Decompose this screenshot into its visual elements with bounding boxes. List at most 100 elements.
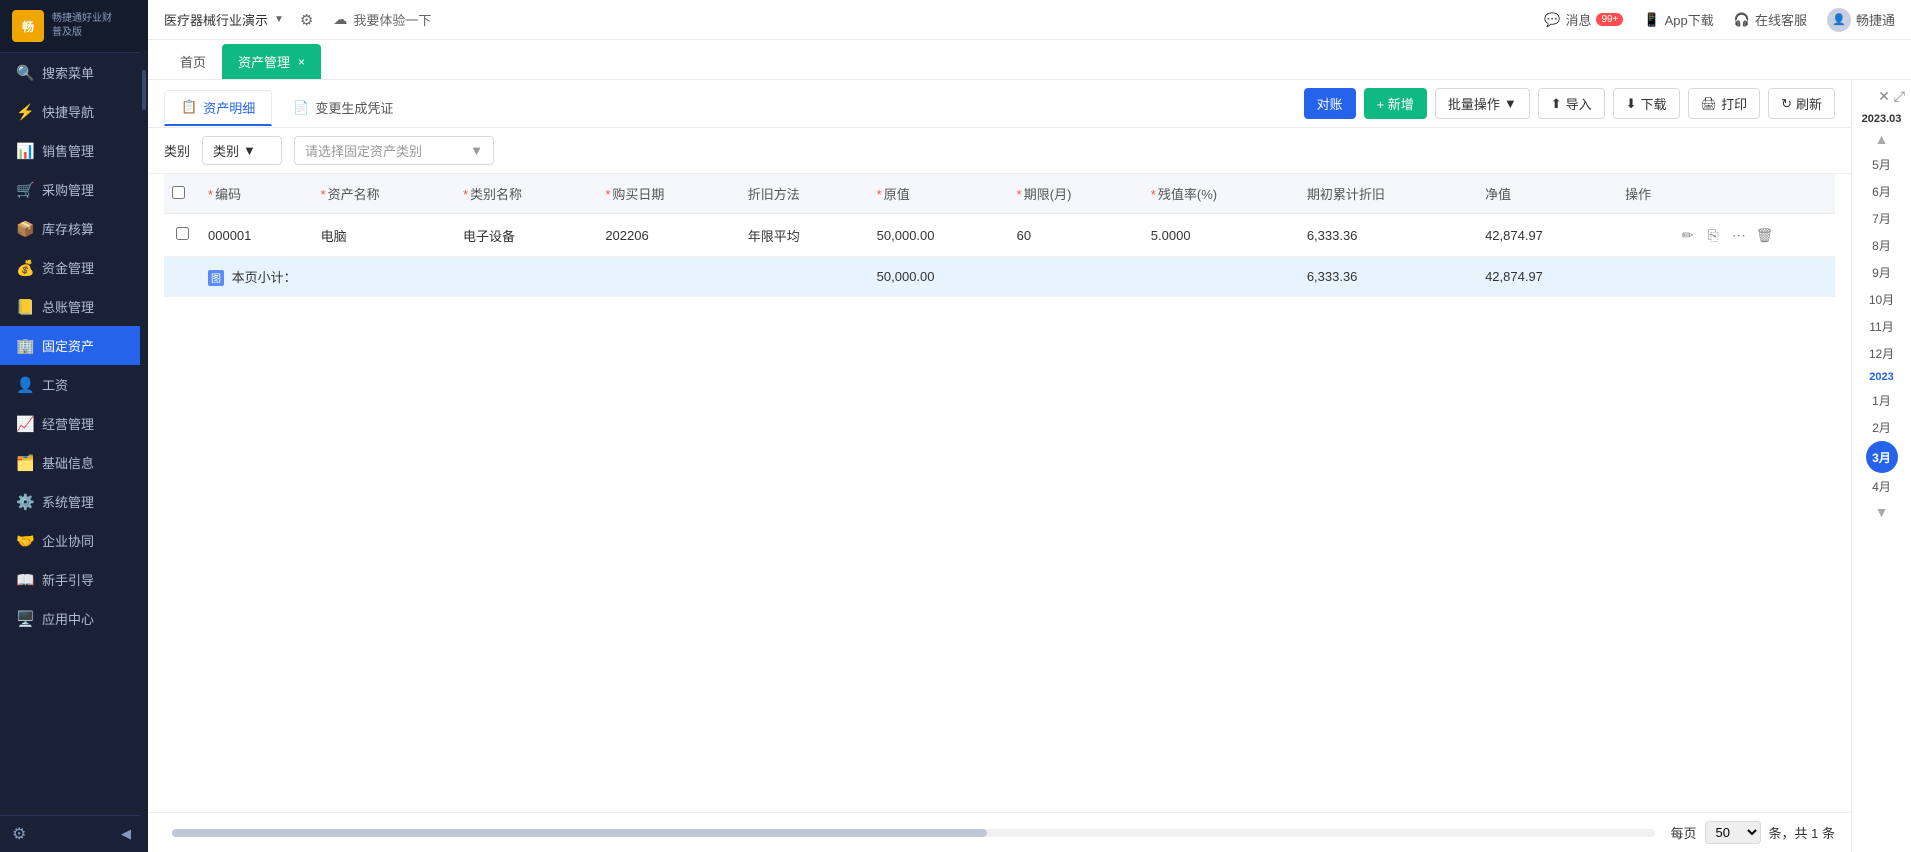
sidebar-collapse-button[interactable]: ◀	[116, 824, 136, 844]
print-button[interactable]: 🖨 打印	[1688, 88, 1761, 119]
app-download-icon: 📱	[1643, 12, 1659, 28]
sidebar-item-payroll[interactable]: 👤 工资	[0, 365, 148, 404]
experience-button[interactable]: ☁ 我要体验一下	[333, 10, 431, 29]
month-3-active[interactable]: 3月	[1866, 441, 1898, 473]
sidebar-item-purchase[interactable]: 🛒 采购管理	[0, 170, 148, 209]
sidebar-item-sales[interactable]: 📊 销售管理	[0, 131, 148, 170]
sidebar-item-basic-info[interactable]: 🗂️ 基础信息	[0, 443, 148, 482]
sidebar-item-search[interactable]: 🔍 搜索菜单	[0, 53, 148, 92]
td-period: 60	[1009, 214, 1143, 257]
messages-button[interactable]: 💬 消息 99+	[1544, 10, 1623, 29]
messages-icon: 💬	[1544, 12, 1560, 28]
right-panel-expand-icon[interactable]: ⤢	[1894, 88, 1905, 105]
sidebar-item-inventory[interactable]: 📦 库存核算	[0, 209, 148, 248]
horizontal-scrollbar[interactable]	[172, 829, 1655, 837]
app-download-button[interactable]: 📱 App下载	[1643, 10, 1713, 29]
fixed-assets-icon: 🏢	[16, 337, 34, 355]
content-area: 📋 资产明细 📄 变更生成凭证 对账 + 新增 批量操作 ▼	[148, 80, 1911, 852]
sidebar-item-system[interactable]: ⚙️ 系统管理	[0, 482, 148, 521]
asset-table: *编码 *资产名称 *类别名称 *购买日期 折旧方法 *原值 *期限(月) *残…	[164, 174, 1835, 297]
per-page-label: 每页	[1671, 823, 1697, 842]
right-panel-close-icon[interactable]: ✕	[1878, 88, 1890, 105]
scroll-up-icon[interactable]: ▲	[1871, 127, 1893, 151]
sidebar-item-label: 经营管理	[42, 414, 94, 433]
td-accumulated-depreciation: 6,333.36	[1299, 214, 1477, 257]
year-label: 2023.03	[1862, 109, 1902, 127]
sidebar-logo: 畅 畅捷通好业财 普及版	[0, 0, 148, 53]
filter-category-input[interactable]: 请选择固定资产类别 ▼	[294, 136, 494, 165]
sidebar-item-label: 系统管理	[42, 492, 94, 511]
import-icon: ⬆	[1551, 96, 1562, 112]
sidebar-item-quicknav[interactable]: ⚡ 快捷导航	[0, 92, 148, 131]
sidebar-item-fixed-assets[interactable]: 🏢 固定资产	[0, 326, 148, 365]
sidebar-item-label: 固定资产	[42, 336, 94, 355]
scroll-down-icon[interactable]: ▼	[1871, 500, 1893, 524]
subtotal-original-value: 50,000.00	[869, 257, 1009, 297]
sub-tab-asset-detail[interactable]: 📋 资产明细	[164, 90, 272, 126]
table-row: 000001 电脑 电子设备 202206 年限平均 50,000.00 60 …	[164, 214, 1835, 257]
user-menu[interactable]: 👤 畅捷通	[1827, 8, 1895, 32]
more-icon[interactable]: ⋯	[1728, 224, 1750, 246]
company-selector[interactable]: 医疗器械行业演示 ▼	[164, 10, 284, 29]
th-actions: 操作	[1617, 174, 1835, 214]
month-1[interactable]: 1月	[1852, 387, 1911, 414]
filter-placeholder: 请选择固定资产类别	[305, 141, 422, 160]
sidebar-item-ledger[interactable]: 📒 总账管理	[0, 287, 148, 326]
th-depreciation-method: 折旧方法	[740, 174, 869, 214]
per-page-select[interactable]: 50 100 200	[1705, 821, 1761, 844]
sidebar-item-guide[interactable]: 📖 新手引导	[0, 560, 148, 599]
th-code: *编码	[200, 174, 313, 214]
reconcile-button[interactable]: 对账	[1304, 88, 1356, 119]
sidebar-item-funds[interactable]: 💰 资金管理	[0, 248, 148, 287]
settings-gear-icon[interactable]: ⚙	[300, 11, 313, 29]
collab-icon: 🤝	[16, 532, 34, 550]
month-2[interactable]: 2月	[1852, 414, 1911, 441]
experience-label: 我要体验一下	[353, 10, 431, 29]
month-12[interactable]: 12月	[1852, 340, 1911, 367]
settings-icon[interactable]: ⚙	[12, 824, 26, 844]
copy-icon[interactable]: ⎘	[1702, 224, 1724, 246]
row-checkbox[interactable]	[176, 227, 189, 240]
topbar-right: 💬 消息 99+ 📱 App下载 🎧 在线客服 👤 畅捷通	[1544, 8, 1895, 32]
filter-category-type-select[interactable]: 类别 ▼	[202, 136, 282, 165]
month-6[interactable]: 6月	[1852, 178, 1911, 205]
import-button[interactable]: ⬆ 导入	[1538, 88, 1605, 119]
th-checkbox	[164, 174, 200, 214]
subtotal-net-value: 42,874.97	[1477, 257, 1617, 297]
sidebar-item-collab[interactable]: 🤝 企业协同	[0, 521, 148, 560]
table-header-row: *编码 *资产名称 *类别名称 *购买日期 折旧方法 *原值 *期限(月) *残…	[164, 174, 1835, 214]
td-category: 电子设备	[455, 214, 597, 257]
subtotal-icon: 图	[208, 270, 224, 286]
month-5[interactable]: 5月	[1852, 151, 1911, 178]
sidebar-item-label: 应用中心	[42, 609, 94, 628]
th-accumulated-depreciation: 期初累计折旧	[1299, 174, 1477, 214]
edit-icon[interactable]: ✏	[1677, 224, 1699, 246]
online-service-button[interactable]: 🎧 在线客服	[1734, 10, 1807, 29]
select-all-checkbox[interactable]	[172, 186, 185, 199]
sidebar-item-operations[interactable]: 📈 经营管理	[0, 404, 148, 443]
batch-ops-button[interactable]: 批量操作 ▼	[1435, 88, 1530, 119]
month-8[interactable]: 8月	[1852, 232, 1911, 259]
th-period: *期限(月)	[1009, 174, 1143, 214]
download-button[interactable]: ⬇ 下载	[1613, 88, 1680, 119]
tab-home[interactable]: 首页	[164, 44, 222, 79]
sidebar-item-label: 新手引导	[42, 570, 94, 589]
month-4[interactable]: 4月	[1852, 473, 1911, 500]
sidebar-item-label: 搜索菜单	[42, 63, 94, 82]
month-7[interactable]: 7月	[1852, 205, 1911, 232]
td-original-value: 50,000.00	[869, 214, 1009, 257]
month-11[interactable]: 11月	[1852, 313, 1911, 340]
sidebar-item-label: 销售管理	[42, 141, 94, 160]
refresh-button[interactable]: ↻ 刷新	[1768, 88, 1835, 119]
basic-info-icon: 🗂️	[16, 454, 34, 472]
sidebar-item-apps[interactable]: 🖥️ 应用中心	[0, 599, 148, 638]
delete-icon[interactable]: 🗑	[1753, 224, 1775, 246]
sub-tab-change-voucher[interactable]: 📄 变更生成凭证	[276, 90, 410, 125]
month-9[interactable]: 9月	[1852, 259, 1911, 286]
apps-icon: 🖥️	[16, 610, 34, 628]
sidebar-item-label: 资金管理	[42, 258, 94, 277]
tab-asset-management[interactable]: 资产管理 ×	[222, 44, 321, 79]
new-button[interactable]: + 新增	[1364, 88, 1427, 119]
month-10[interactable]: 10月	[1852, 286, 1911, 313]
tab-close-icon[interactable]: ×	[298, 55, 305, 69]
